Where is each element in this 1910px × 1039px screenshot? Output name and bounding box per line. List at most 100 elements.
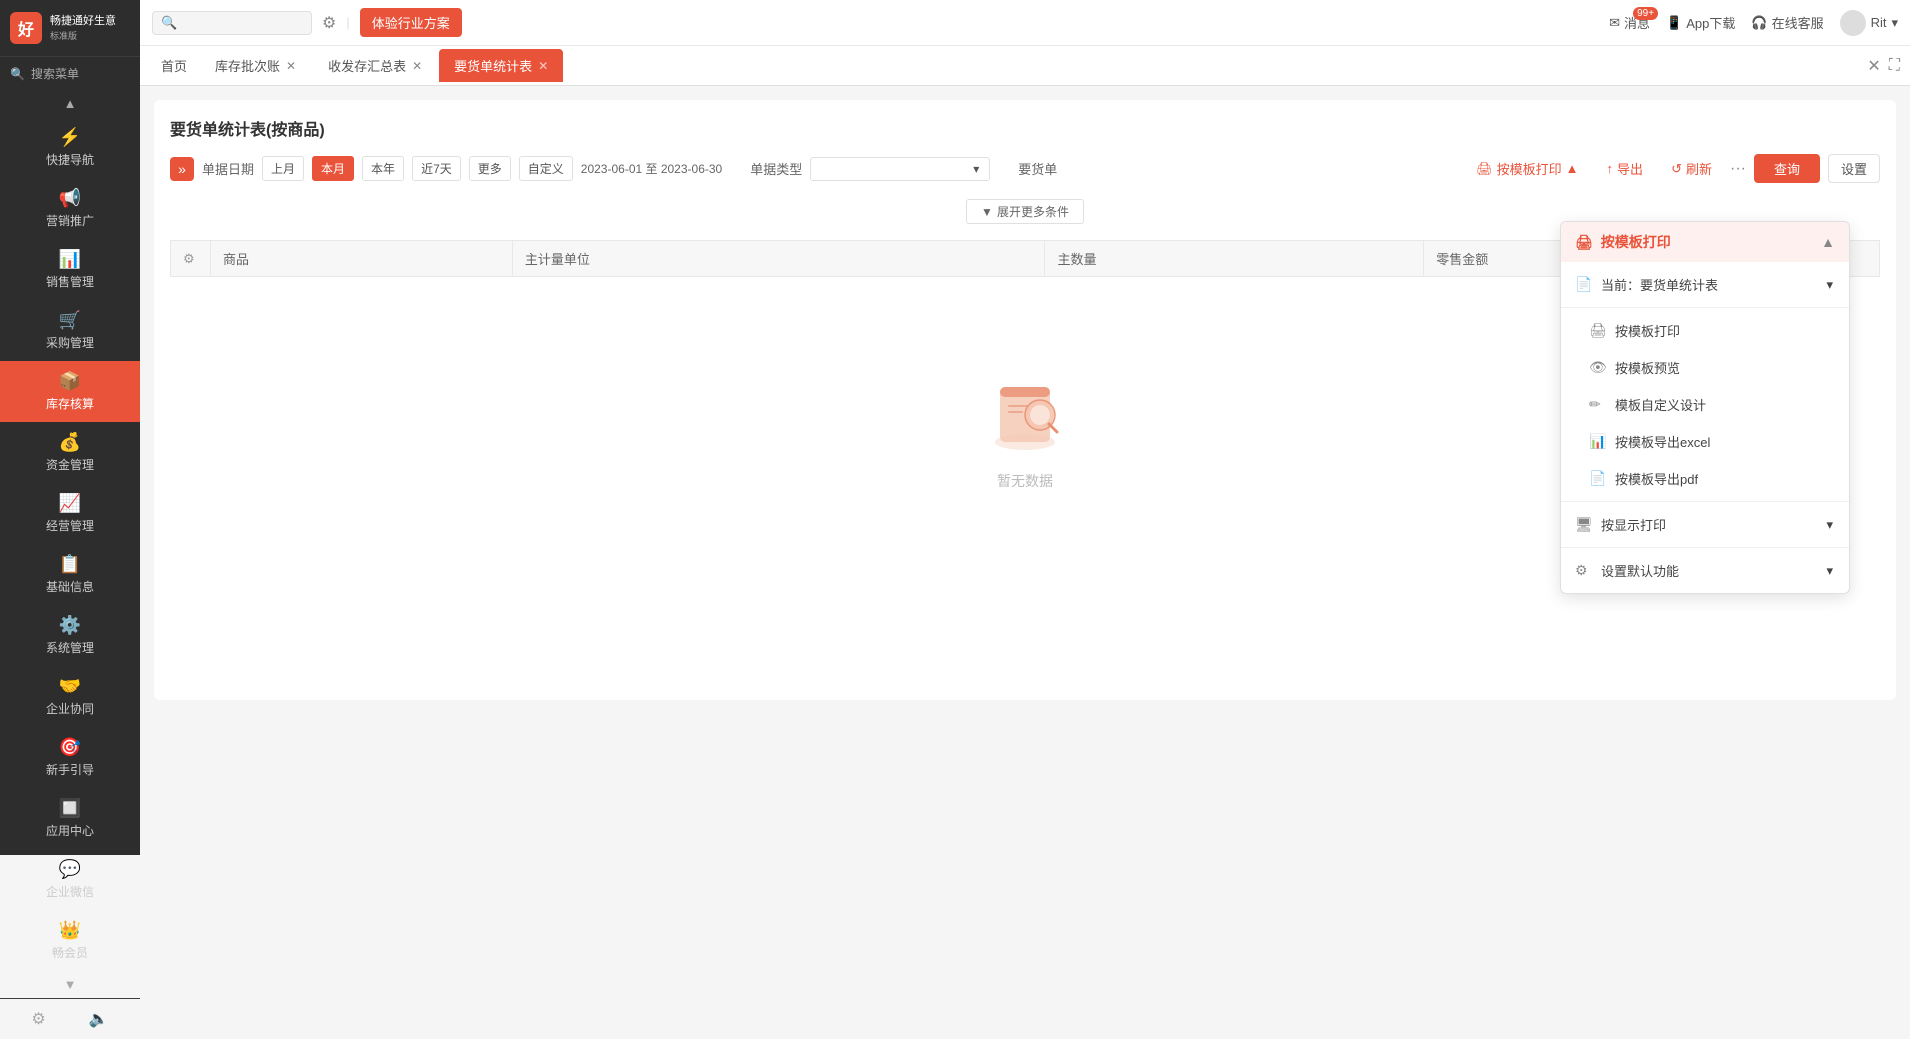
member-icon: 👑 xyxy=(59,920,81,941)
date-custom-btn[interactable]: 自定义 xyxy=(519,156,573,181)
tab-expand-icon[interactable]: ⛶ xyxy=(1889,57,1900,75)
app-download-btn[interactable]: 📱 App下载 xyxy=(1666,13,1735,32)
sidebar-item-guide[interactable]: 🎯 新手引导 xyxy=(0,727,140,788)
dropdown-export-excel-btn[interactable]: 📊 按模板导出excel xyxy=(1561,423,1849,460)
service-icon: 🎧 xyxy=(1751,15,1767,31)
type-filter-label: 单据类型 xyxy=(750,159,802,178)
guide-icon: 🎯 xyxy=(59,737,81,758)
default-settings-chevron-icon: ▾ xyxy=(1826,563,1833,579)
system-icon: ⚙️ xyxy=(59,615,81,636)
dropdown-collapse-icon: ▲ xyxy=(1821,234,1835,250)
header-search-input[interactable] xyxy=(182,16,303,30)
sidebar-item-sales[interactable]: 📊 销售管理 xyxy=(0,239,140,300)
export-pdf-icon: 📄 xyxy=(1589,470,1605,487)
wechat-icon: 💬 xyxy=(59,859,81,880)
filter-bar: » 单据日期 上月 本月 本年 近7天 更多 自定义 2023-06-01 至 … xyxy=(170,154,1880,183)
dropdown-display-print-btn[interactable]: 🖥 按显示打印 ▾ xyxy=(1561,506,1849,543)
export-btn[interactable]: ↑ 导出 xyxy=(1597,155,1654,182)
dropdown-current-template-btn[interactable]: 📄 当前：要货单统计表 ▾ xyxy=(1561,266,1849,303)
sidebar-bottom: ⚙ 🔈 xyxy=(0,998,140,1039)
trial-btn[interactable]: 体验行业方案 xyxy=(360,8,462,37)
tab-batch-account[interactable]: 库存批次账 ✕ xyxy=(200,49,311,82)
inventory-label: 库存核算 xyxy=(46,395,94,412)
main-content: 🔍 ⚙ | 体验行业方案 ✉ 消息 99+ 📱 App下载 🎧 在线客服 Rit xyxy=(140,0,1910,855)
current-doc-icon: 📄 xyxy=(1575,276,1591,293)
tab-home[interactable]: 首页 xyxy=(150,49,198,82)
service-label: 在线客服 xyxy=(1772,13,1824,32)
settings-btn[interactable]: 设置 xyxy=(1828,154,1880,183)
finance-label: 资金管理 xyxy=(46,456,94,473)
type-filter-select[interactable]: ▾ xyxy=(810,157,990,181)
sidebar-item-collab[interactable]: 🤝 企业协同 xyxy=(0,666,140,727)
date-last-month-btn[interactable]: 上月 xyxy=(262,156,304,181)
table-header-unit: 主计量单位 xyxy=(512,241,1045,277)
tab-receipt-summary[interactable]: 收发存汇总表 ✕ xyxy=(313,49,437,82)
wechat-label: 企业微信 xyxy=(46,883,94,900)
query-btn[interactable]: 查询 xyxy=(1754,154,1820,183)
more-actions-btn[interactable]: ··· xyxy=(1730,160,1746,178)
tab-order-stats-label: 要货单统计表 xyxy=(454,56,532,75)
dropdown-header[interactable]: 🖨 按模板打印 ▲ xyxy=(1561,222,1849,262)
sidebar-item-purchase[interactable]: 🛒 采购管理 xyxy=(0,300,140,361)
sidebar-item-finance[interactable]: 💰 资金管理 xyxy=(0,422,140,483)
sidebar-item-operation[interactable]: 📈 经营管理 xyxy=(0,483,140,544)
dropdown-default-setting-btn[interactable]: ⚙ 设置默认功能 ▾ xyxy=(1561,552,1849,589)
messages-btn[interactable]: ✉ 消息 99+ xyxy=(1609,13,1650,32)
sidebar-item-quick-nav[interactable]: ⚡ 快捷导航 xyxy=(0,117,140,178)
expand-more-btn[interactable]: ▼ 展开更多条件 xyxy=(966,199,1084,224)
template-design-label: 模板自定义设计 xyxy=(1615,395,1706,414)
tab-receipt-summary-close-icon[interactable]: ✕ xyxy=(412,59,422,73)
sidebar-item-inventory[interactable]: 📦 库存核算 xyxy=(0,361,140,422)
user-profile-btn[interactable]: Rit ▾ xyxy=(1840,10,1898,36)
current-template-chevron-icon: ▾ xyxy=(1826,277,1833,293)
scroll-down-btn[interactable]: ▼ xyxy=(0,971,140,998)
dropdown-template-design-btn[interactable]: ✏ 模板自定义设计 xyxy=(1561,386,1849,423)
date-this-month-btn[interactable]: 本月 xyxy=(312,156,354,181)
online-service-btn[interactable]: 🎧 在线客服 xyxy=(1751,13,1823,32)
header-right: ✉ 消息 99+ 📱 App下载 🎧 在线客服 Rit ▾ xyxy=(1609,10,1898,36)
template-print-icon: 🖨 xyxy=(1589,322,1605,339)
sidebar-item-member[interactable]: 👑 畅会员 xyxy=(0,910,140,971)
display-print-label: 按显示打印 xyxy=(1601,515,1666,534)
filter-expand-icon-btn[interactable]: » xyxy=(170,157,194,181)
date-7days-btn[interactable]: 近7天 xyxy=(412,156,461,181)
sound-icon[interactable]: 🔈 xyxy=(89,1009,109,1029)
tab-order-stats[interactable]: 要货单统计表 ✕ xyxy=(439,49,563,82)
basic-icon: 📋 xyxy=(59,554,81,575)
export-pdf-label: 按模板导出pdf xyxy=(1615,469,1698,488)
sidebar-search[interactable]: 🔍 搜索菜单 xyxy=(0,57,140,90)
table-settings-icon[interactable]: ⚙ xyxy=(183,251,195,266)
display-print-chevron-icon: ▾ xyxy=(1826,517,1833,533)
header-search-box[interactable]: 🔍 xyxy=(152,11,312,35)
dropdown-export-pdf-btn[interactable]: 📄 按模板导出pdf xyxy=(1561,460,1849,497)
expand-more-label: 展开更多条件 xyxy=(997,203,1069,220)
app-badge: 标准版 xyxy=(50,29,116,42)
tab-close-all-icon[interactable]: ✕ xyxy=(1867,56,1880,76)
sidebar-item-wechat[interactable]: 💬 企业微信 xyxy=(0,849,140,910)
empty-illustration xyxy=(975,357,1075,457)
type-select-chevron-icon: ▾ xyxy=(973,162,979,176)
date-filter-label: 单据日期 xyxy=(202,159,254,178)
print-header-icon: 🖨 xyxy=(1575,234,1593,251)
tab-bar-right: ✕ ⛶ xyxy=(1867,56,1900,76)
dropdown-template-preview-btn[interactable]: 👁 按模板预览 xyxy=(1561,349,1849,386)
settings-bottom-icon[interactable]: ⚙ xyxy=(31,1009,45,1029)
date-more-btn[interactable]: 更多 xyxy=(469,156,511,181)
page-title: 要货单统计表(按商品) xyxy=(170,116,1880,140)
sidebar-item-marketing[interactable]: 📢 营销推广 xyxy=(0,178,140,239)
sidebar-item-appstore[interactable]: 🔲 应用中心 xyxy=(0,788,140,849)
header-gear-icon[interactable]: ⚙ xyxy=(322,13,336,33)
basic-label: 基础信息 xyxy=(46,578,94,595)
sidebar-item-system[interactable]: ⚙️ 系统管理 xyxy=(0,605,140,666)
tab-batch-account-close-icon[interactable]: ✕ xyxy=(286,59,296,73)
print-btn[interactable]: 🖨 按模板打印 ▲ xyxy=(1466,155,1588,182)
refresh-btn[interactable]: ↺ 刷新 xyxy=(1661,155,1722,182)
sidebar-item-basic[interactable]: 📋 基础信息 xyxy=(0,544,140,605)
date-this-year-btn[interactable]: 本年 xyxy=(362,156,404,181)
tab-bar: 首页 库存批次账 ✕ 收发存汇总表 ✕ 要货单统计表 ✕ ✕ ⛶ xyxy=(140,46,1910,86)
tab-order-stats-close-icon[interactable]: ✕ xyxy=(538,59,548,73)
operation-label: 经营管理 xyxy=(46,517,94,534)
scroll-up-btn[interactable]: ▲ xyxy=(0,90,140,117)
dropdown-template-print-btn[interactable]: 🖨 按模板打印 xyxy=(1561,312,1849,349)
inventory-icon: 📦 xyxy=(59,371,81,392)
